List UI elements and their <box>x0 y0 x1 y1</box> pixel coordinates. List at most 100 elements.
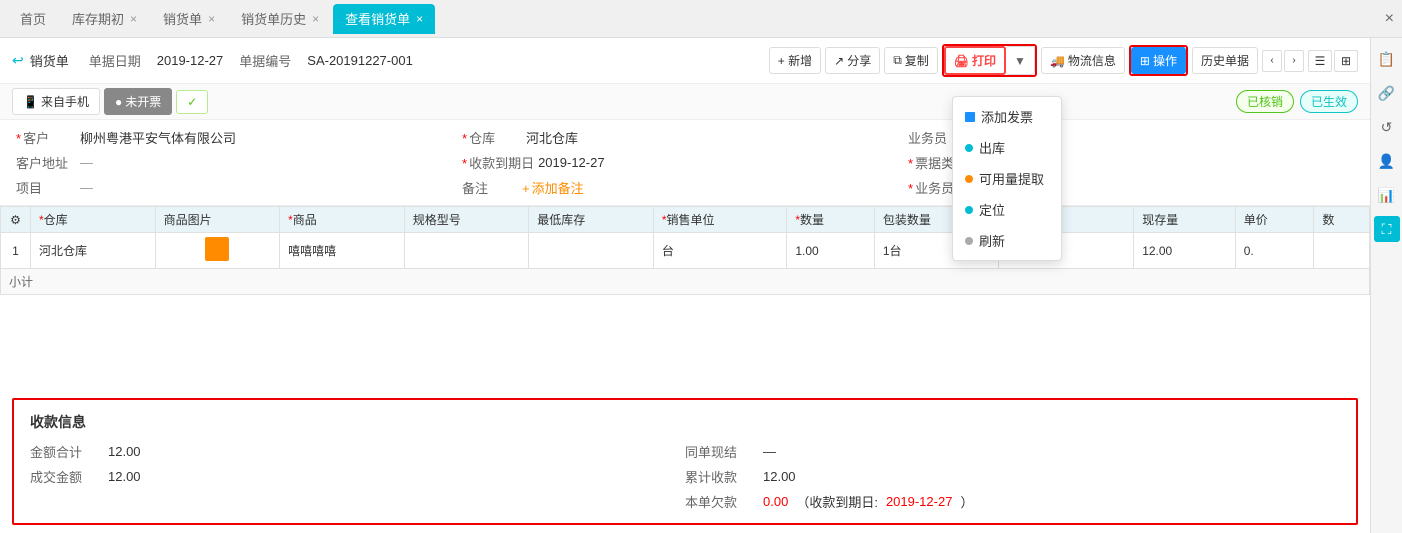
warehouse-value: 河北仓库 <box>526 128 578 147</box>
tab-sales-order[interactable]: 销货单 × <box>151 4 227 34</box>
tab-sales-close[interactable]: × <box>208 12 215 26</box>
print-button[interactable]: 🖨 打印 <box>944 46 1006 75</box>
table-section: ⚙ *仓库 商品图片 *商品 规格型号 最低库存 *销售单位 *数量 包装数量 … <box>0 206 1370 390</box>
sidebar-icon-chart[interactable]: 📊 <box>1374 182 1400 208</box>
balance-date: 2019-12-27 <box>886 494 953 509</box>
refresh-icon <box>965 237 973 245</box>
tab-sales-history[interactable]: 销货单历史 × <box>229 4 331 34</box>
location-label: 定位 <box>979 200 1005 219</box>
menu-available-take[interactable]: 可用量提取 <box>953 163 1061 194</box>
tab-check-sales[interactable]: 查看销货单 × <box>333 4 435 34</box>
operate-button[interactable]: ⊞ 操作 <box>1131 47 1186 74</box>
copy-icon: ⧉ <box>893 53 902 68</box>
col-unit: *销售单位 <box>653 207 787 233</box>
address-value: — <box>80 155 93 170</box>
customer-field: 客户 柳州粤港平安气体有限公司 <box>16 128 462 147</box>
action-right: 已核销 已生效 <box>1236 90 1358 113</box>
history-button[interactable]: 历史单据 <box>1192 47 1258 74</box>
nav-prev[interactable]: ‹ <box>1262 50 1282 72</box>
row-qty: 1.00 <box>787 233 875 269</box>
sidebar-icon-user[interactable]: 👤 <box>1374 148 1400 174</box>
not-open-button[interactable]: ● 未开票 <box>104 88 172 115</box>
sidebar-icon-expand[interactable]: ⛶ <box>1374 216 1400 242</box>
print-icon: 🖨 <box>954 54 969 68</box>
form-row-3: 项目 — 备注 添加备注 业务员孟 — <box>16 178 1354 197</box>
share-button[interactable]: ↗ 分享 <box>825 47 880 74</box>
note-label: 备注 <box>462 178 522 197</box>
note-field: 备注 添加备注 <box>462 178 908 197</box>
tab-sales-label: 销货单 <box>163 9 202 28</box>
subtotal-label: 小计 <box>1 269 1370 295</box>
print-highlight: 🖨 打印 ▼ <box>942 44 1037 77</box>
form-row-1: 客户 柳州粤港平安气体有限公司 仓库 河北仓库 业务员 演示账号 <box>16 128 1354 147</box>
col-spec: 规格型号 <box>404 207 529 233</box>
address-field: 客户地址 — <box>16 153 462 172</box>
add-invoice-label: 添加发票 <box>981 107 1033 126</box>
checked-badge: 已核销 <box>1236 90 1294 113</box>
tab-home[interactable]: 首页 <box>8 4 58 34</box>
operate-highlight: ⊞ 操作 <box>1129 45 1188 76</box>
tab-check-close[interactable]: × <box>416 12 423 26</box>
tab-history-close[interactable]: × <box>312 12 319 26</box>
doc-title-section: ↩ 销货单 <box>12 51 69 70</box>
check-icon: ✓ <box>187 95 197 109</box>
sidebar-icon-doc[interactable]: 📋 <box>1374 46 1400 72</box>
right-sidebar: 📋 🔗 ↺ 👤 📊 ⛶ <box>1370 38 1402 533</box>
balance-value: 0.00 <box>763 494 788 509</box>
due-date-label: 收款到期日 <box>462 153 534 172</box>
product-thumbnail <box>205 237 229 261</box>
row-current-stock: 12.00 <box>1134 233 1236 269</box>
tab-inventory-init[interactable]: 库存期初 × <box>60 4 149 34</box>
copy-button[interactable]: ⧉ 复制 <box>884 47 938 74</box>
available-take-label: 可用量提取 <box>979 169 1044 188</box>
sidebar-icon-refresh[interactable]: ↺ <box>1374 114 1400 140</box>
share-icon: ↗ <box>834 54 844 68</box>
warehouse-field: 仓库 河北仓库 <box>462 128 908 147</box>
customer-value: 柳州粤港平安气体有限公司 <box>80 128 236 147</box>
from-phone-button[interactable]: 📱 来自手机 <box>12 88 100 115</box>
invoice-icon <box>965 112 975 122</box>
col-settings[interactable]: ⚙ <box>1 207 31 233</box>
layout-list[interactable]: ☰ <box>1308 50 1332 72</box>
nav-next[interactable]: › <box>1284 50 1304 72</box>
window-close-button[interactable]: × <box>1385 10 1394 28</box>
row-seq: 1 <box>1 233 31 269</box>
check-ok-button[interactable]: ✓ <box>176 90 208 114</box>
outbound-label: 出库 <box>979 138 1005 157</box>
sidebar-icon-link[interactable]: 🔗 <box>1374 80 1400 106</box>
layout-grid[interactable]: ⊞ <box>1334 50 1358 72</box>
amount-row: 金额合计 12.00 <box>30 442 685 461</box>
same-order-label: 同单现结 <box>685 442 755 461</box>
add-note-button[interactable]: 添加备注 <box>522 178 584 197</box>
grid-icon: ⊞ <box>1140 54 1150 68</box>
new-button[interactable]: + 新增 <box>769 47 821 74</box>
col-qty: *数量 <box>787 207 875 233</box>
menu-refresh[interactable]: 刷新 <box>953 225 1061 256</box>
balance-note: （收款到期日: <box>796 492 878 511</box>
menu-add-invoice[interactable]: 添加发票 <box>953 101 1061 132</box>
due-date-field: 收款到期日 2019-12-27 <box>462 153 908 172</box>
col-min-stock: 最低库存 <box>529 207 654 233</box>
phone-icon: 📱 <box>23 95 38 109</box>
layout-toggle: ☰ ⊞ <box>1308 50 1358 72</box>
cumulative-label: 累计收款 <box>685 467 755 486</box>
tab-inventory-close[interactable]: × <box>130 12 137 26</box>
row-min-stock <box>529 233 654 269</box>
col-current-stock: 现存量 <box>1134 207 1236 233</box>
row-warehouse: 河北仓库 <box>31 233 156 269</box>
location-icon <box>965 206 973 214</box>
truck-icon: 🚚 <box>1050 54 1065 68</box>
logistics-button[interactable]: 🚚 物流信息 <box>1041 47 1125 74</box>
project-value: — <box>80 180 93 195</box>
row-image <box>155 233 280 269</box>
print-dropdown-button[interactable]: ▼ <box>1006 46 1035 75</box>
cumulative-row: 累计收款 12.00 <box>685 467 1340 486</box>
tab-history-label: 销货单历史 <box>241 9 306 28</box>
doc-title-text: 销货单 <box>30 51 69 70</box>
menu-outbound[interactable]: 出库 <box>953 132 1061 163</box>
action-bar: 📱 来自手机 ● 未开票 ✓ 已核销 已生效 <box>0 84 1370 120</box>
menu-location[interactable]: 定位 <box>953 194 1061 225</box>
transaction-row: 成交金额 12.00 <box>30 467 685 486</box>
project-label: 项目 <box>16 178 76 197</box>
cumulative-value: 12.00 <box>763 469 796 484</box>
